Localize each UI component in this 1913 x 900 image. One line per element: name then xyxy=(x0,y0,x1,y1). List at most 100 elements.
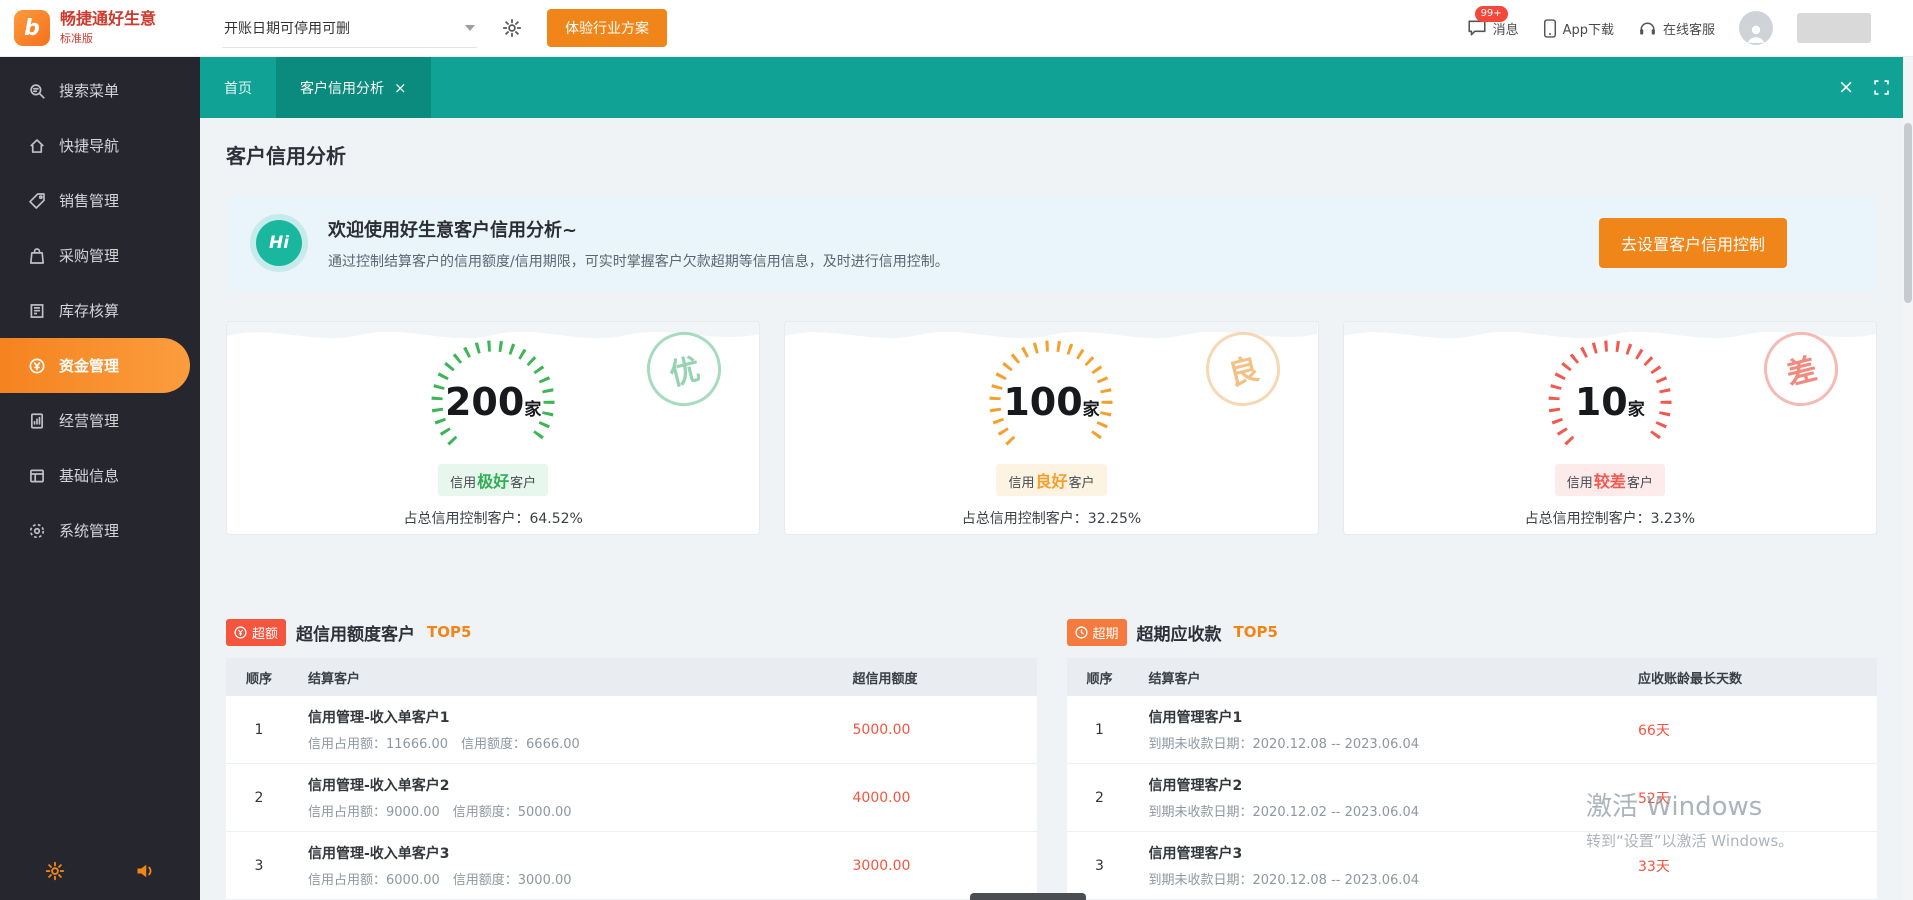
overdue-table-block: 超期 超期应收款 TOP5 顺序 结算客户 应收账龄最长天数 1 信用管理客户1… xyxy=(1066,618,1877,900)
card-credit-excellent: 优 200家 信用 极好 客户 占总信用控制客户：64.52% xyxy=(226,321,761,535)
gauge-poor: 10家 xyxy=(1535,338,1685,462)
sidebar-item-label: 销售管理 xyxy=(59,192,120,210)
aging-days-value: 52天 xyxy=(1622,763,1877,832)
sidebar-item-label: 库存核算 xyxy=(59,302,120,320)
gauge-count: 10家 xyxy=(1495,380,1725,424)
brand-name: 畅捷通好生意 xyxy=(60,8,157,28)
user-avatar[interactable] xyxy=(1739,11,1773,45)
close-all-tabs-icon[interactable]: × xyxy=(1838,78,1854,97)
sidebar-settings-button[interactable] xyxy=(42,858,68,884)
industry-solution-button[interactable]: 体验行业方案 xyxy=(547,9,667,47)
count-value: 10 xyxy=(1574,380,1628,424)
user-name-redacted xyxy=(1797,13,1871,43)
customer-detail: 到期未收款日期：2020.12.02 -- 2023.06.04 xyxy=(1148,805,1420,820)
table-row[interactable]: 1 信用管理客户1 到期未收款日期：2020.12.08 -- 2023.06.… xyxy=(1066,696,1877,764)
col-order: 顺序 xyxy=(1066,658,1133,696)
badge-suffix: 客户 xyxy=(1626,476,1653,491)
row-order: 1 xyxy=(226,696,292,764)
gear-icon xyxy=(502,18,522,38)
over-credit-table-block: 超额 超信用额度客户 TOP5 顺序 结算客户 超信用额度 1 信用管理-收入单… xyxy=(226,618,1037,900)
table-row[interactable]: 1 信用管理-收入单客户1 信用占用额：11666.00 信用额度：6666.0… xyxy=(226,696,1037,764)
coin-icon xyxy=(234,625,247,639)
tab-customer-credit-analysis[interactable]: 客户信用分析 × xyxy=(276,57,431,118)
sidebar-item-label: 采购管理 xyxy=(59,247,120,265)
tab-label: 首页 xyxy=(224,80,252,97)
gear-icon xyxy=(45,861,65,881)
sidebar-item-search-menu[interactable]: 搜索菜单 xyxy=(0,63,200,118)
customer-name: 信用管理客户2 xyxy=(1148,778,1243,794)
credit-level-badge: 信用 良好 客户 xyxy=(996,464,1107,496)
customer-detail: 到期未收款日期：2020.12.08 -- 2023.06.04 xyxy=(1148,873,1420,888)
row-customer: 信用管理-收入单客户1 信用占用额：11666.00 信用额度：6666.00 xyxy=(292,696,837,764)
tab-home[interactable]: 首页 xyxy=(200,57,276,118)
row-customer: 信用管理客户1 到期未收款日期：2020.12.08 -- 2023.06.04 xyxy=(1132,696,1622,764)
system-settings-icon xyxy=(29,523,45,538)
vertical-scrollbar-thumb[interactable] xyxy=(1904,123,1912,303)
col-order: 顺序 xyxy=(226,658,292,696)
badge-label: 超期 xyxy=(1092,626,1119,642)
hi-icon: Hi xyxy=(256,220,302,266)
count-value: 200 xyxy=(444,380,525,424)
horizontal-scrollbar-thumb[interactable] xyxy=(970,893,1086,900)
gauge-count: 100家 xyxy=(936,380,1166,424)
table-title: 超期应收款 xyxy=(1136,624,1222,645)
sidebar-item-sales[interactable]: 销售管理 xyxy=(0,173,200,228)
table-row[interactable]: 3 信用管理客户3 到期未收款日期：2020.12.08 -- 2023.06.… xyxy=(1066,831,1877,900)
settings-gear-button[interactable] xyxy=(497,13,527,43)
card-share-text: 占总信用控制客户：64.52% xyxy=(403,511,583,527)
banner-text: 欢迎使用好生意客户信用分析~ 通过控制结算客户的信用额度/信用期限，可实时掌握客… xyxy=(328,216,949,271)
setup-credit-control-button[interactable]: 去设置客户信用控制 xyxy=(1598,218,1787,268)
app-download-button[interactable]: App下载 xyxy=(1543,18,1614,38)
online-service-label: 在线客服 xyxy=(1662,22,1715,38)
tab-close-icon[interactable]: × xyxy=(394,79,407,97)
customer-name: 信用管理-收入单客户1 xyxy=(308,710,450,726)
messages-count-badge: 99+ xyxy=(1474,5,1508,22)
sidebar-item-system[interactable]: 系统管理 xyxy=(0,503,200,558)
brand-logo-icon: b xyxy=(14,10,50,46)
messages-button[interactable]: 99+ 消息 xyxy=(1467,5,1519,38)
table-title: 超信用额度客户 xyxy=(296,624,416,645)
badge-prefix: 信用 xyxy=(1566,476,1593,491)
table-row[interactable]: 2 信用管理客户2 到期未收款日期：2020.12.02 -- 2023.06.… xyxy=(1066,763,1877,832)
card-share-text: 占总信用控制客户：3.23% xyxy=(1524,511,1696,527)
money-icon xyxy=(29,358,45,373)
accounting-period-select[interactable]: 开账日期可停用可删 xyxy=(222,9,477,48)
col-customer: 结算客户 xyxy=(292,658,837,696)
count-value: 100 xyxy=(1003,380,1083,424)
card-credit-good: 良 100家 信用 良好 客户 占总信用控制客户：32.25% xyxy=(784,321,1319,535)
sidebar-item-label: 经营管理 xyxy=(59,412,120,430)
table-row[interactable]: 2 信用管理-收入单客户2 信用占用额：9000.00 信用额度：5000.00… xyxy=(226,763,1037,832)
customer-detail: 信用占用额：9000.00 信用额度：5000.00 xyxy=(308,805,572,820)
over-credit-value: 5000.00 xyxy=(836,696,1037,764)
app-download-label: App下载 xyxy=(1562,22,1614,38)
top5-tables: 超额 超信用额度客户 TOP5 顺序 结算客户 超信用额度 1 信用管理-收入单… xyxy=(226,618,1877,900)
brand-logo-area[interactable]: b 畅捷通好生意 标准版 xyxy=(0,0,200,56)
over-amount-badge: 超额 xyxy=(226,618,287,646)
chevron-down-icon xyxy=(465,24,475,31)
brand-text: 畅捷通好生意 标准版 xyxy=(60,8,157,46)
sidebar-item-operations[interactable]: 经营管理 xyxy=(0,393,200,448)
sidebar-announcement-button[interactable] xyxy=(132,858,158,884)
top5-label: TOP5 xyxy=(427,623,472,641)
customer-detail: 到期未收款日期：2020.12.08 -- 2023.06.04 xyxy=(1148,737,1420,752)
sidebar-item-funds[interactable]: 资金管理 xyxy=(0,338,190,393)
row-order: 1 xyxy=(1066,696,1133,764)
online-service-button[interactable]: 在线客服 xyxy=(1638,19,1715,38)
customer-detail: 信用占用额：6000.00 信用额度：3000.00 xyxy=(308,873,572,888)
sidebar-item-quick-nav[interactable]: 快捷导航 xyxy=(0,118,200,173)
fullscreen-icon[interactable] xyxy=(1874,80,1889,95)
app-root: b 畅捷通好生意 标准版 开账日期可停用可删 体验行业方案 99+ 消息 App… xyxy=(0,0,1913,900)
gauge-count: 200家 xyxy=(378,380,608,424)
table-row[interactable]: 3 信用管理-收入单客户3 信用占用额：6000.00 信用额度：3000.00… xyxy=(226,831,1037,900)
vertical-scrollbar[interactable] xyxy=(1903,57,1913,900)
row-order: 2 xyxy=(1066,763,1133,832)
home-icon xyxy=(30,138,44,153)
sidebar-item-base-info[interactable]: 基础信息 xyxy=(0,448,200,503)
over-credit-table-head: 超额 超信用额度客户 TOP5 xyxy=(226,618,1037,646)
table-grid-icon xyxy=(30,469,44,482)
sidebar-item-inventory[interactable]: 库存核算 xyxy=(0,283,200,338)
credit-summary-cards: 优 200家 信用 极好 客户 占总信用控制客户：64.52% 良 100家 信… xyxy=(226,321,1877,535)
sidebar-item-purchase[interactable]: 采购管理 xyxy=(0,228,200,283)
tabbar-actions: × xyxy=(1838,57,1913,118)
page-title: 客户信用分析 xyxy=(226,144,346,168)
